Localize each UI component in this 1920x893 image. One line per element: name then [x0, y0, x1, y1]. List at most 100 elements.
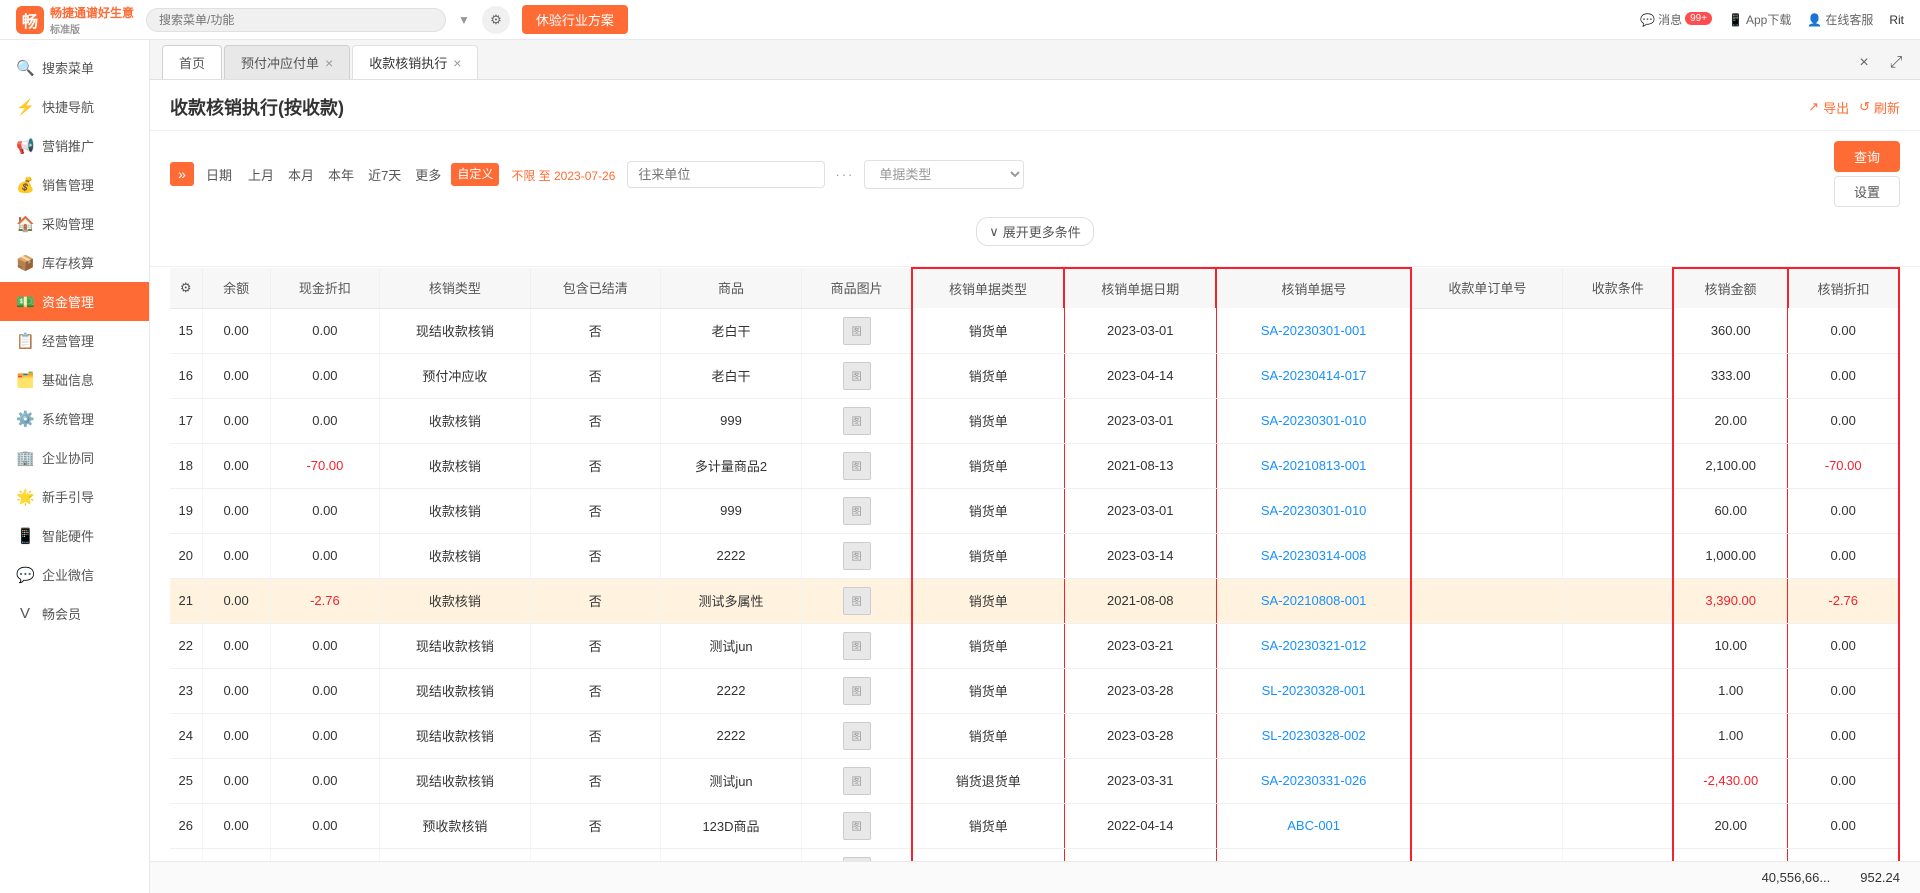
app-download-btn[interactable]: 📱 App下载	[1728, 11, 1791, 28]
date-custom-btn[interactable]: 自定义	[451, 163, 499, 186]
cell-goods-image: 图	[802, 308, 912, 353]
tab-home[interactable]: 首页	[162, 45, 222, 79]
cell-receipt-condition	[1563, 353, 1673, 398]
tab-bar: 首页 预付冲应付单 × 收款核销执行 × × ⤢	[150, 40, 1920, 80]
trading-unit-input[interactable]	[627, 161, 825, 188]
sidebar-label-sales: 销售管理	[42, 175, 94, 194]
export-btn[interactable]: ↗ 导出	[1808, 98, 1849, 117]
cell-writeoff-type: 收款核销	[380, 578, 531, 623]
cell-bill-no[interactable]: ABC-001	[1216, 803, 1411, 848]
cell-goods-image: 图	[802, 398, 912, 443]
date-link-7days[interactable]: 近7天	[364, 163, 405, 186]
cell-receipt-order-no	[1411, 443, 1562, 488]
cell-bill-date: 2023-03-31	[1064, 758, 1216, 803]
tab-prepay-close-icon[interactable]: ×	[325, 55, 333, 71]
sidebar-item-finance[interactable]: 💵 资金管理	[0, 282, 149, 321]
dropdown-arrow-icon[interactable]: ▼	[458, 13, 470, 27]
tab-expand-icon[interactable]: ⤢	[1884, 51, 1908, 75]
date-link-last-month[interactable]: 上月	[244, 163, 278, 186]
sidebar-item-basic[interactable]: 🗂️ 基础信息	[0, 360, 149, 399]
sidebar-label-basic: 基础信息	[42, 370, 94, 389]
sidebar-label-operation: 经营管理	[42, 331, 94, 350]
sidebar-item-quicknav[interactable]: ⚡ 快捷导航	[0, 87, 149, 126]
cell-id: 26	[170, 803, 202, 848]
date-link-this-year[interactable]: 本年	[324, 163, 358, 186]
cell-bill-no[interactable]: SL-20230328-002	[1216, 713, 1411, 758]
filter-dots: ···	[835, 167, 854, 182]
sidebar-label-purchase: 采购管理	[42, 214, 94, 233]
message-area[interactable]: 💬 消息 99+	[1640, 11, 1712, 28]
table-row: 25 0.00 0.00 现结收款核销 否 测试jun 图 销货退货单 2023…	[170, 758, 1899, 803]
cell-bill-no[interactable]: SA-20230301-001	[1216, 308, 1411, 353]
cell-include-closed: 否	[530, 758, 660, 803]
sidebar-item-purchase[interactable]: 🏠 采购管理	[0, 204, 149, 243]
sidebar-item-member[interactable]: V 畅会员	[0, 594, 149, 633]
cell-bill-type-writeoff: 销货单	[912, 623, 1064, 668]
cell-cash-discount: -2.76	[270, 578, 379, 623]
table-row: 18 0.00 -70.00 收款核销 否 多计量商品2 图 销货单 2021-…	[170, 443, 1899, 488]
cell-goods-image: 图	[802, 668, 912, 713]
cell-receipt-condition	[1563, 398, 1673, 443]
cell-bill-no[interactable]: SA-20210808-001	[1216, 578, 1411, 623]
cell-writeoff-discount: 0.00	[1788, 758, 1899, 803]
tab-receipt-close-icon[interactable]: ×	[453, 55, 461, 71]
cell-bill-no[interactable]: SL-20230328-001	[1216, 668, 1411, 713]
query-btn[interactable]: 查询	[1834, 141, 1900, 172]
tab-prepay[interactable]: 预付冲应付单 ×	[224, 45, 350, 79]
cell-bill-no[interactable]: SA-20230301-010	[1216, 398, 1411, 443]
sidebar-item-corp[interactable]: 🏢 企业协同	[0, 438, 149, 477]
wechat-icon: 💬	[16, 566, 34, 584]
cell-id: 25	[170, 758, 202, 803]
industry-btn[interactable]: 休验行业方案	[522, 5, 628, 34]
date-link-this-month[interactable]: 本月	[284, 163, 318, 186]
online-service-btn[interactable]: 👤 在线客服	[1807, 11, 1873, 28]
refresh-btn[interactable]: ↺ 刷新	[1859, 98, 1900, 117]
cell-cash-discount: 0.00	[270, 848, 379, 861]
cell-id: 18	[170, 443, 202, 488]
sidebar-item-sales[interactable]: 💰 销售管理	[0, 165, 149, 204]
message-label: 消息	[1658, 11, 1682, 28]
cell-bill-type-writeoff: 销货单	[912, 713, 1064, 758]
col-bill-no: 核销单据号	[1216, 268, 1411, 308]
cell-bill-no[interactable]: SA-20230321-012	[1216, 623, 1411, 668]
gear-icon[interactable]: ⚙	[482, 6, 510, 34]
date-link-more[interactable]: 更多	[411, 163, 445, 186]
bill-type-select[interactable]: 单据类型	[864, 160, 1024, 189]
sidebar-item-system[interactable]: ⚙️ 系统管理	[0, 399, 149, 438]
col-gear[interactable]: ⚙	[170, 268, 202, 308]
cell-bill-no[interactable]: SA-20230314-008	[1216, 533, 1411, 578]
cell-writeoff-type: 现结收款核销	[380, 758, 531, 803]
user-name[interactable]: Rit	[1889, 13, 1904, 27]
cell-receipt-order-no	[1411, 578, 1562, 623]
tab-close-window-icon[interactable]: ×	[1852, 51, 1876, 75]
sidebar-item-guide[interactable]: 🌟 新手引导	[0, 477, 149, 516]
sidebar-item-hardware[interactable]: 📱 智能硬件	[0, 516, 149, 555]
filter-expand-btn[interactable]: »	[170, 162, 194, 186]
cell-bill-no[interactable]: SA-20230331-026	[1216, 758, 1411, 803]
cell-bill-no[interactable]: SA-20230301-010	[1216, 488, 1411, 533]
expand-more-btn[interactable]: ∨ 展开更多条件	[976, 217, 1094, 246]
table-container[interactable]: ⚙ 余额 现金折扣 核销类型 包含已结清 商品 商品图片 核销单据类型 核销单据…	[150, 267, 1920, 861]
service-icon: 👤	[1807, 13, 1822, 27]
cell-goods-image: 图	[802, 758, 912, 803]
sidebar-item-marketing[interactable]: 📢 营销推广	[0, 126, 149, 165]
expand-more-icon: ∨	[989, 224, 999, 240]
cell-bill-no[interactable]: SA-20210813-001	[1216, 443, 1411, 488]
cell-bill-no[interactable]: SL-20230408-001	[1216, 848, 1411, 861]
cell-writeoff-type: 收款核销	[380, 533, 531, 578]
cell-bill-no[interactable]: SA-20230414-017	[1216, 353, 1411, 398]
tab-receipt[interactable]: 收款核销执行 ×	[352, 45, 478, 79]
sidebar-item-wechat[interactable]: 💬 企业微信	[0, 555, 149, 594]
cell-writeoff-discount: 0.00	[1788, 848, 1899, 861]
sidebar-item-inventory[interactable]: 📦 库存核算	[0, 243, 149, 282]
sidebar-item-operation[interactable]: 📋 经营管理	[0, 321, 149, 360]
cell-bill-type-writeoff: 销货单	[912, 308, 1064, 353]
top-search-input[interactable]	[146, 8, 446, 32]
col-bill-type-writeoff: 核销单据类型	[912, 268, 1064, 308]
col-bill-date: 核销单据日期	[1064, 268, 1216, 308]
cell-id: 16	[170, 353, 202, 398]
cell-receipt-order-no	[1411, 668, 1562, 713]
tab-receipt-label: 收款核销执行	[369, 53, 447, 72]
setting-btn[interactable]: 设置	[1834, 176, 1900, 207]
sidebar-item-search[interactable]: 🔍 搜索菜单	[0, 48, 149, 87]
